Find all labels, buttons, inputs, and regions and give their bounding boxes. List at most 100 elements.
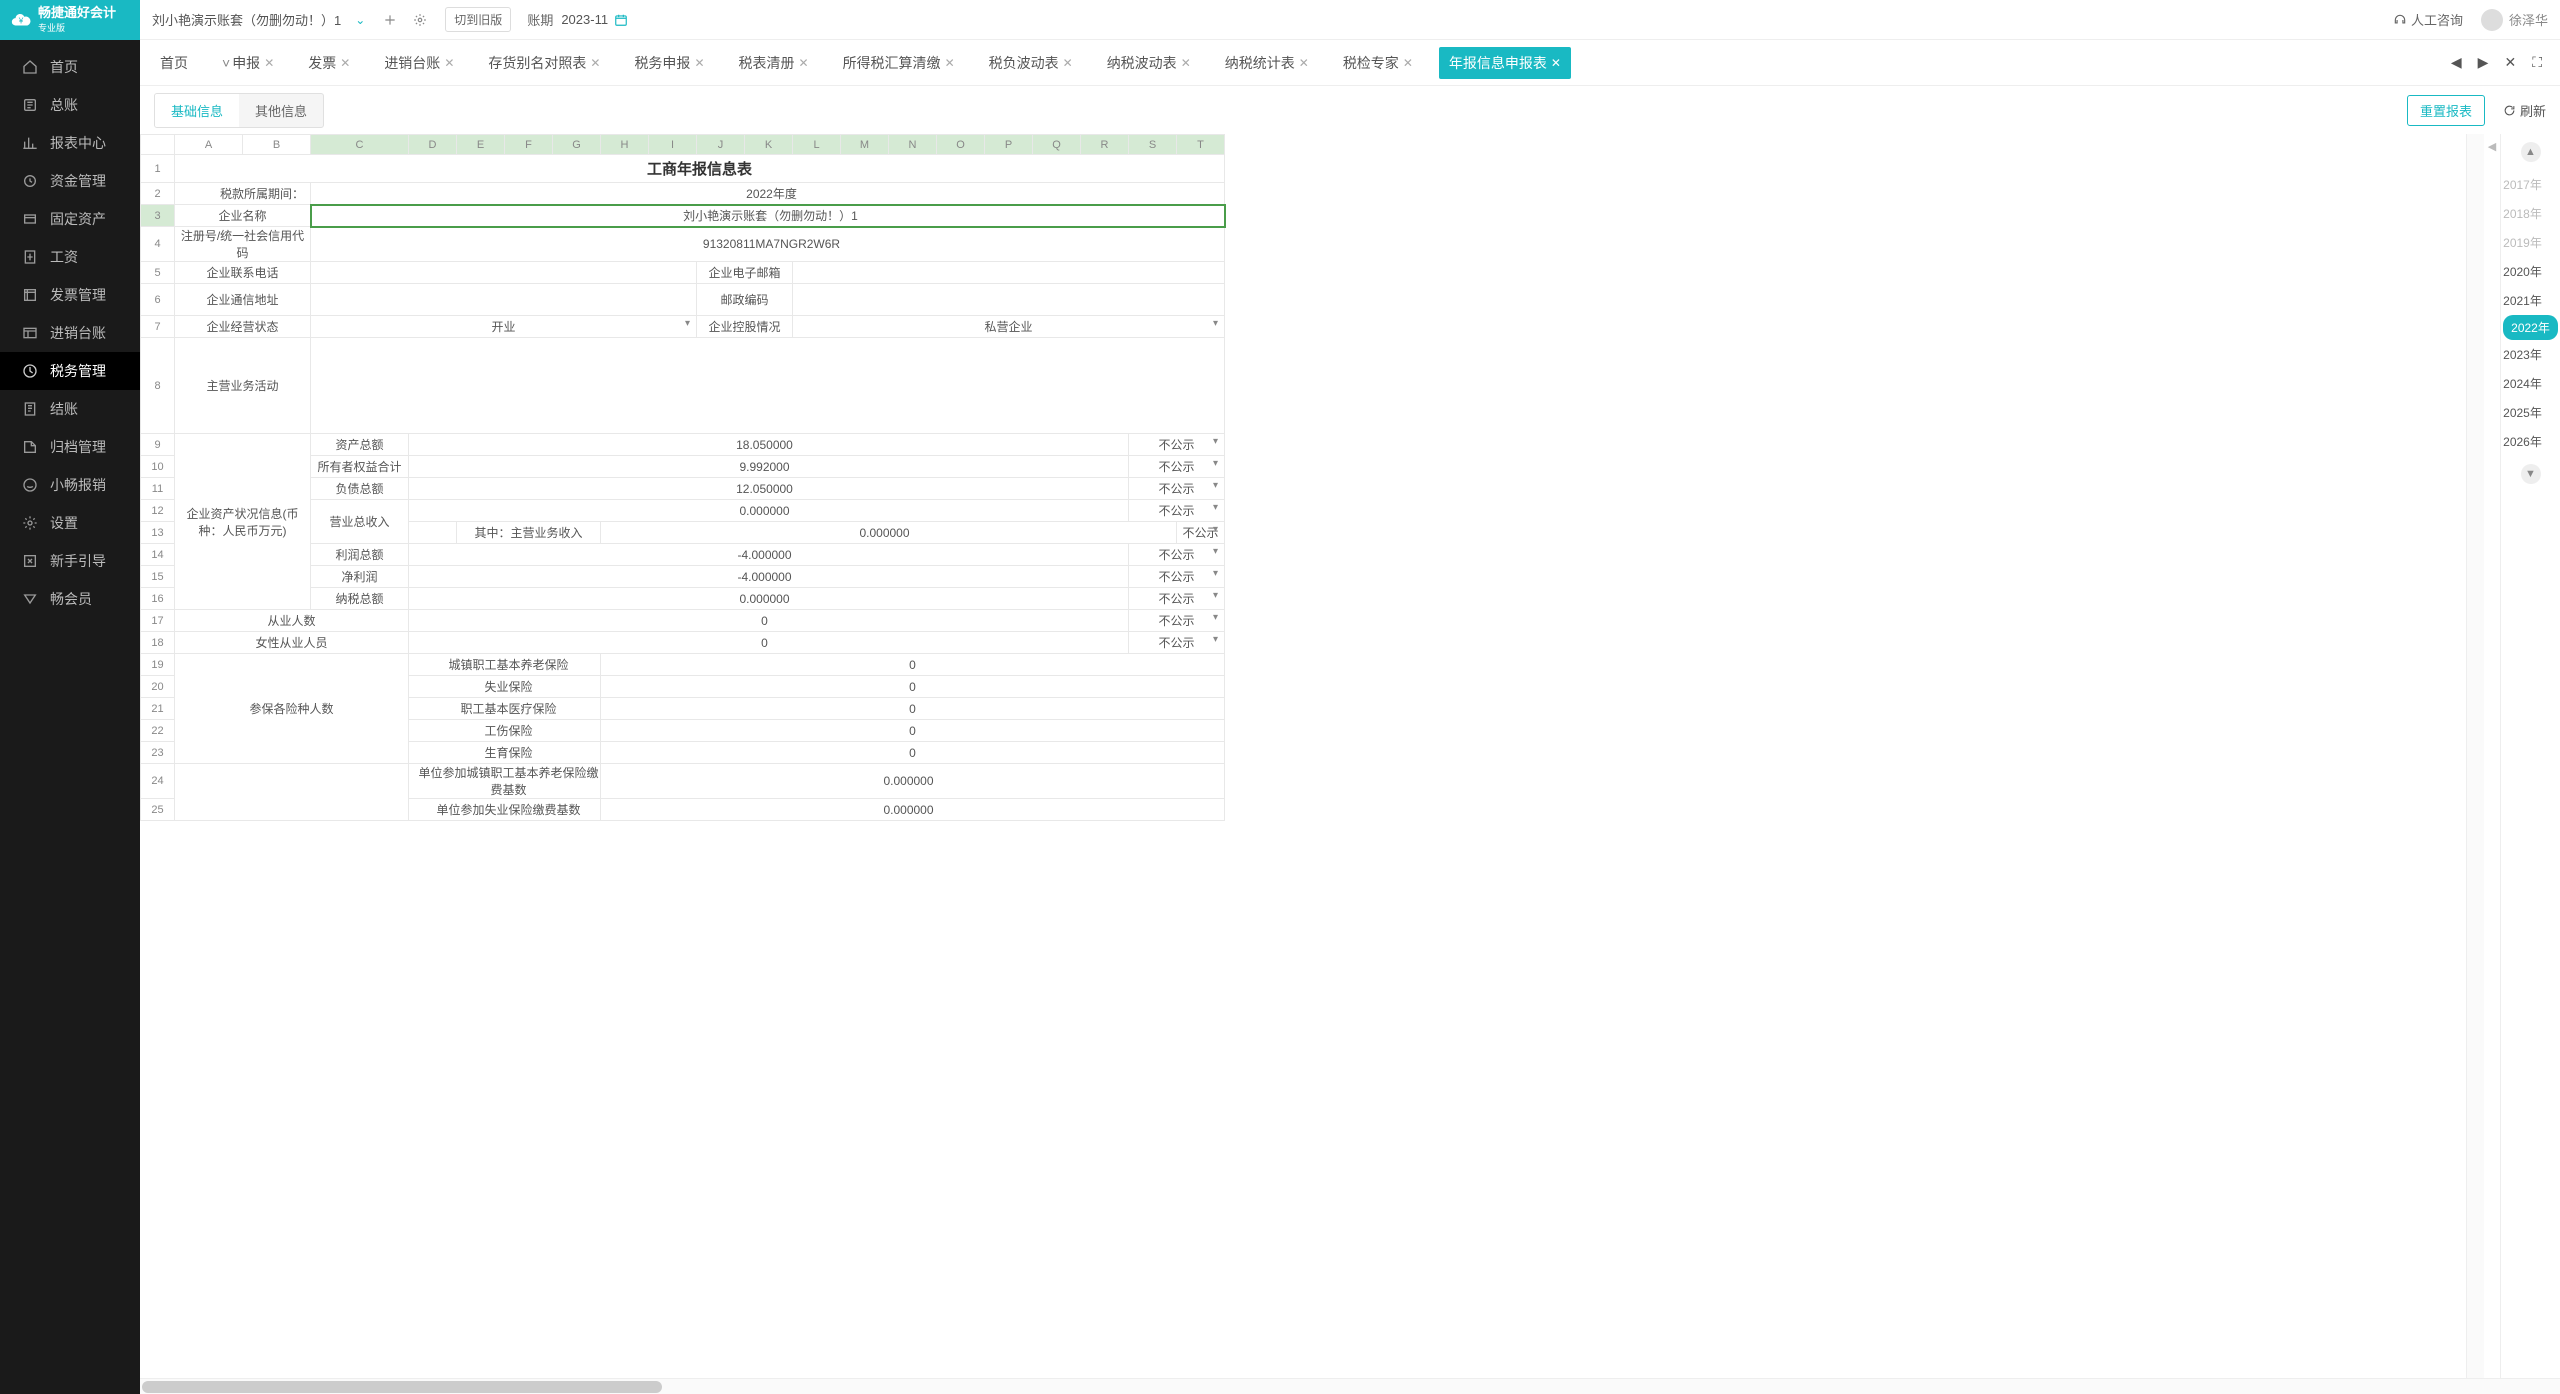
col-header[interactable]: I [649,135,697,155]
row-header[interactable]: 18 [141,632,175,654]
year-option[interactable]: 2023年 [2503,340,2558,369]
period-value[interactable]: 2023-11 [561,12,608,27]
tab-close-icon[interactable]: ✕ [264,56,274,70]
calendar-icon[interactable] [614,13,628,27]
dropdown-cell[interactable]: 不公示 [1129,456,1225,478]
tab-3[interactable]: 进销台账✕ [376,53,462,73]
nav-item-4[interactable]: 固定资产 [0,200,140,238]
nav-item-2[interactable]: 报表中心 [0,124,140,162]
nav-item-3[interactable]: 资金管理 [0,162,140,200]
row-header[interactable]: 23 [141,742,175,764]
col-header[interactable]: O [937,135,985,155]
col-header[interactable]: D [409,135,457,155]
dropdown-cell[interactable]: 不公示 [1177,522,1225,544]
nav-item-7[interactable]: 进销台账 [0,314,140,352]
tab-close-icon[interactable]: ✕ [444,56,454,70]
row-header[interactable]: 15 [141,566,175,588]
tab-close-icon[interactable]: ✕ [340,56,350,70]
tab-close-icon[interactable]: ✕ [945,56,955,70]
row-header[interactable]: 14 [141,544,175,566]
col-header[interactable]: H [601,135,649,155]
row-header[interactable]: 17 [141,610,175,632]
nav-item-10[interactable]: 归档管理 [0,428,140,466]
dropdown-cell[interactable]: 不公示 [1129,588,1225,610]
col-header[interactable]: L [793,135,841,155]
dropdown-cell[interactable]: 开业 [311,316,697,338]
tab-prev-icon[interactable]: ◀ [2443,54,2470,71]
year-option[interactable]: 2026年 [2503,427,2558,456]
col-header[interactable]: R [1081,135,1129,155]
col-header[interactable]: Q [1033,135,1081,155]
row-header[interactable]: 22 [141,720,175,742]
tab-close-all-icon[interactable]: ✕ [2496,54,2524,71]
row-header[interactable]: 16 [141,588,175,610]
nav-item-8[interactable]: 税务管理 [0,352,140,390]
subtab-other[interactable]: 其他信息 [239,94,323,127]
fullscreen-icon[interactable]: ⛶ [2524,54,2550,71]
col-header[interactable]: J [697,135,745,155]
dropdown-cell[interactable]: 不公示 [1129,478,1225,500]
tab-9[interactable]: 纳税波动表✕ [1099,53,1199,73]
row-header[interactable]: 3 [141,205,175,227]
col-header[interactable]: P [985,135,1033,155]
tab-close-icon[interactable]: ✕ [694,56,704,70]
tab-6[interactable]: 税表清册✕ [731,53,817,73]
col-header[interactable]: K [745,135,793,155]
tab-1[interactable]: ˅申报✕ [214,53,282,73]
nav-item-13[interactable]: 新手引导 [0,542,140,580]
vertical-scrollbar[interactable] [2466,134,2484,1378]
year-option[interactable]: 2025年 [2503,398,2558,427]
nav-item-6[interactable]: 发票管理 [0,276,140,314]
tab-close-icon[interactable]: ✕ [799,56,809,70]
tab-12[interactable]: 年报信息申报表✕ [1439,47,1571,79]
collapse-year-panel-icon[interactable]: ◀ [2488,140,2496,153]
tab-10[interactable]: 纳税统计表✕ [1217,53,1317,73]
row-header[interactable]: 4 [141,227,175,262]
horizontal-scrollbar[interactable] [140,1378,2560,1394]
row-header[interactable]: 7 [141,316,175,338]
tab-next-icon[interactable]: ▶ [2470,54,2497,71]
year-down-icon[interactable]: ▼ [2521,464,2541,484]
tab-close-icon[interactable]: ✕ [1181,56,1191,70]
nav-item-12[interactable]: 设置 [0,504,140,542]
col-header[interactable]: B [243,135,311,155]
dropdown-cell[interactable]: 不公示 [1129,544,1225,566]
year-option[interactable]: 2020年 [2503,257,2558,286]
row-header[interactable]: 2 [141,183,175,205]
col-header[interactable]: E [457,135,505,155]
switch-old-version-button[interactable]: 切到旧版 [445,7,511,32]
row-header[interactable]: 21 [141,698,175,720]
row-header[interactable]: 25 [141,799,175,821]
chevron-down-icon[interactable]: ⌄ [355,13,365,27]
dropdown-cell[interactable]: 私营企业 [793,316,1225,338]
row-header[interactable]: 1 [141,155,175,183]
cell-value[interactable]: 91320811MA7NGR2W6R [311,227,1225,262]
col-header[interactable]: A [175,135,243,155]
nav-item-9[interactable]: 结账 [0,390,140,428]
dropdown-cell[interactable]: 不公示 [1129,434,1225,456]
row-header[interactable]: 19 [141,654,175,676]
refresh-button[interactable]: 刷新 [2503,101,2546,120]
selected-cell[interactable]: 刘小艳演示账套（勿删勿动！）1 [311,205,1225,227]
tab-close-icon[interactable]: ✕ [1299,56,1309,70]
col-header[interactable]: C [311,135,409,155]
col-header[interactable]: T [1177,135,1225,155]
tab-4[interactable]: 存货别名对照表✕ [480,53,608,73]
account-selector[interactable]: 刘小艳演示账套（勿删勿动！）1 [152,10,341,29]
tab-5[interactable]: 税务申报✕ [626,53,712,73]
tab-close-icon[interactable]: ✕ [1403,56,1413,70]
reset-report-button[interactable]: 重置报表 [2407,95,2485,126]
col-header[interactable]: G [553,135,601,155]
row-header[interactable]: 5 [141,262,175,284]
subtab-basic[interactable]: 基础信息 [155,94,239,127]
cell-value[interactable]: 2022年度 [311,183,1225,205]
nav-item-11[interactable]: 小畅报销 [0,466,140,504]
tab-7[interactable]: 所得税汇算清缴✕ [835,53,963,73]
row-header[interactable]: 13 [141,522,175,544]
tab-0[interactable]: 首页 [152,53,196,73]
dropdown-cell[interactable]: 不公示 [1129,566,1225,588]
nav-item-0[interactable]: 首页 [0,48,140,86]
nav-item-1[interactable]: 总账 [0,86,140,124]
row-header[interactable]: 12 [141,500,175,522]
tab-8[interactable]: 税负波动表✕ [981,53,1081,73]
